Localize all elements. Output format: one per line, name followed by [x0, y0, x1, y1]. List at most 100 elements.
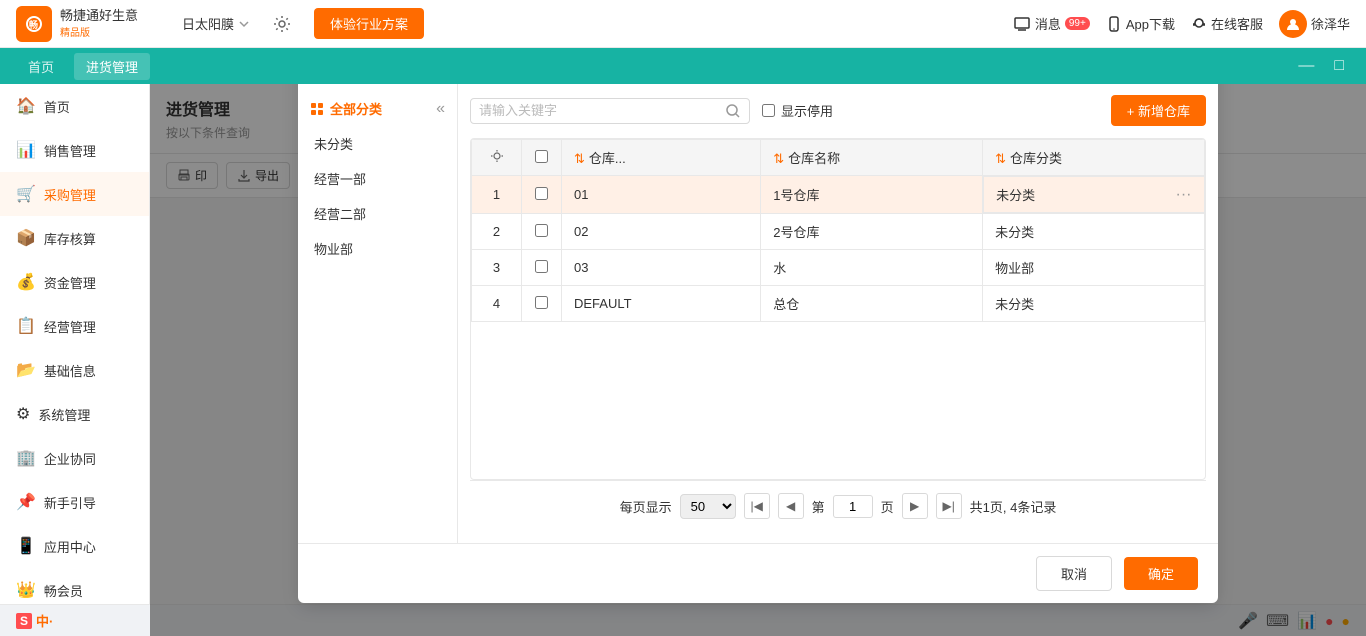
settings-icon[interactable] [266, 8, 298, 40]
system-icon: ⚙ [16, 404, 30, 424]
sidebar-item-apps[interactable]: 📱 应用中心 [0, 524, 149, 568]
chevron-down-icon [238, 18, 250, 30]
cancel-button[interactable]: 取消 [1036, 556, 1112, 591]
sidebar-item-member-label: 畅会员 [44, 581, 83, 600]
member-icon: 👑 [16, 580, 36, 600]
sort-icon3: ⇅ [995, 151, 1006, 166]
user-item[interactable]: 徐泽华 [1279, 10, 1350, 38]
secondary-nav: 首页 进货管理 — □ [0, 48, 1366, 84]
nav-maximize-icon[interactable]: □ [1328, 55, 1350, 77]
purchase-icon: 🛒 [16, 184, 36, 204]
all-categories-label: 全部分类 [330, 99, 382, 118]
row-select-4[interactable] [535, 296, 548, 309]
nav-minimize-icon[interactable]: — [1292, 55, 1320, 77]
row-checkbox[interactable] [522, 176, 562, 214]
finance-icon: 💰 [16, 272, 36, 292]
total-info: 共1页, 4条记录 [970, 497, 1057, 516]
store-selector[interactable]: 日太阳膜 [182, 14, 250, 33]
row-name: 水 [761, 250, 983, 286]
grid-icon [310, 102, 324, 116]
sidebar-item-purchase[interactable]: 🛒 采购管理 [0, 172, 149, 216]
first-page-button[interactable]: |◀ [744, 493, 770, 519]
messages-badge: 99+ [1065, 17, 1090, 30]
store-name: 日太阳膜 [182, 14, 234, 33]
show-disabled-checkbox[interactable] [762, 104, 775, 117]
bottom-logo-text: 中· [36, 611, 53, 630]
next-page-button[interactable]: ▶ [902, 493, 928, 519]
col-code-header: ⇅仓库... [562, 140, 761, 176]
row-code: 01 [562, 176, 761, 214]
table-body: 1 01 1号仓库 未分类 ··· [472, 176, 1205, 322]
sidebar-item-operations[interactable]: 📋 经营管理 [0, 304, 149, 348]
search-icon[interactable] [725, 103, 741, 119]
app-download-item[interactable]: App下载 [1106, 14, 1175, 33]
confirm-button[interactable]: 确定 [1124, 557, 1198, 590]
col-settings-icon[interactable] [490, 149, 504, 163]
sidebar-item-purchase-label: 采购管理 [44, 185, 96, 204]
table-row[interactable]: 1 01 1号仓库 未分类 ··· [472, 176, 1205, 214]
main-content: 进货管理 按以下条件查询 印 导出 刷新 查询 设置 [150, 84, 1366, 636]
sidebar-item-guide-label: 新手引导 [44, 493, 96, 512]
header-right: 消息 99+ App下载 在线客服 徐泽华 [1013, 10, 1350, 38]
modal-sidebar: 全部分类 « 未分类 经营一部 经营二部 物业部 [298, 84, 458, 543]
show-disabled-label[interactable]: 显示停用 [762, 101, 833, 120]
sidebar-item-guide[interactable]: 📌 新手引导 [0, 480, 149, 524]
row-select-1[interactable] [535, 187, 548, 200]
row-code: 02 [562, 214, 761, 250]
sidebar-item-sales[interactable]: 📊 销售管理 [0, 128, 149, 172]
page-input[interactable] [833, 495, 873, 518]
trial-button[interactable]: 体验行业方案 [314, 8, 424, 39]
bottom-logo: S 中· [16, 611, 53, 630]
messages-item[interactable]: 消息 99+ [1013, 14, 1090, 33]
collapse-sidebar-button[interactable]: « [436, 100, 445, 118]
search-input[interactable] [479, 103, 719, 118]
messages-label: 消息 [1035, 14, 1061, 33]
top-header: 畅 畅捷通好生意 精品版 日太阳膜 体验行业方案 消息 99+ App下载 在线 [0, 0, 1366, 48]
last-page-button[interactable]: ▶| [936, 493, 962, 519]
sidebar-item-system-label: 系统管理 [38, 405, 90, 424]
sort-icon: ⇅ [574, 151, 585, 166]
prev-page-button[interactable]: ◀ [778, 493, 804, 519]
sidebar-item-system[interactable]: ⚙ 系统管理 [0, 392, 149, 436]
row-code: 03 [562, 250, 761, 286]
sidebar-item-stock[interactable]: 📦 库存核算 [0, 216, 149, 260]
table-row[interactable]: 3 03 水 物业部 [472, 250, 1205, 286]
operations-icon: 📋 [16, 316, 36, 336]
nav-tab-home[interactable]: 首页 [16, 53, 66, 80]
search-box [470, 98, 750, 124]
row-actions-1[interactable]: ··· [1176, 186, 1192, 204]
row-checkbox[interactable] [522, 250, 562, 286]
sidebar-item-basic[interactable]: 📂 基础信息 [0, 348, 149, 392]
sidebar-item-home[interactable]: 🏠 首页 [0, 84, 149, 128]
table-row[interactable]: 2 02 2号仓库 未分类 [472, 214, 1205, 250]
main-layout: 🏠 首页 📊 销售管理 🛒 采购管理 📦 库存核算 💰 资金管理 📋 经营管理 … [0, 84, 1366, 636]
svg-text:畅: 畅 [29, 19, 38, 30]
category-item-property[interactable]: 物业部 [298, 231, 457, 266]
add-warehouse-button[interactable]: + 新增仓库 [1111, 95, 1206, 126]
modal-sidebar-title: 全部分类 [310, 99, 382, 118]
col-name-header: ⇅仓库名称 [761, 140, 983, 176]
row-checkbox[interactable] [522, 214, 562, 250]
service-item[interactable]: 在线客服 [1191, 14, 1263, 33]
sidebar-item-enterprise[interactable]: 🏢 企业协同 [0, 436, 149, 480]
pagination: 每页显示 50 20 100 |◀ ◀ 第 页 ▶ [470, 480, 1206, 531]
category-item-ops2[interactable]: 经营二部 [298, 196, 457, 231]
warehouse-table-container: ⇅仓库... ⇅仓库名称 ⇅仓库分类 [470, 138, 1206, 480]
row-category: 未分类 [983, 286, 1205, 322]
sidebar-item-finance[interactable]: 💰 资金管理 [0, 260, 149, 304]
table-row[interactable]: 4 DEFAULT 总仓 未分类 [472, 286, 1205, 322]
row-no: 1 [472, 176, 522, 214]
per-page-select[interactable]: 50 20 100 [680, 494, 736, 519]
category-item-ops1[interactable]: 经营一部 [298, 161, 457, 196]
row-select-2[interactable] [535, 224, 548, 237]
row-select-3[interactable] [535, 260, 548, 273]
category-item-uncategorized[interactable]: 未分类 [298, 126, 457, 161]
nav-tab-purchase[interactable]: 进货管理 [74, 53, 150, 80]
home-icon: 🏠 [16, 96, 36, 116]
show-disabled-text: 显示停用 [781, 101, 833, 120]
sidebar-item-enterprise-label: 企业协同 [44, 449, 96, 468]
select-all-checkbox[interactable] [535, 150, 548, 163]
row-checkbox[interactable] [522, 286, 562, 322]
logo-area: 畅 畅捷通好生意 精品版 [16, 6, 166, 42]
modal-body: 全部分类 « 未分类 经营一部 经营二部 物业部 [298, 84, 1218, 543]
